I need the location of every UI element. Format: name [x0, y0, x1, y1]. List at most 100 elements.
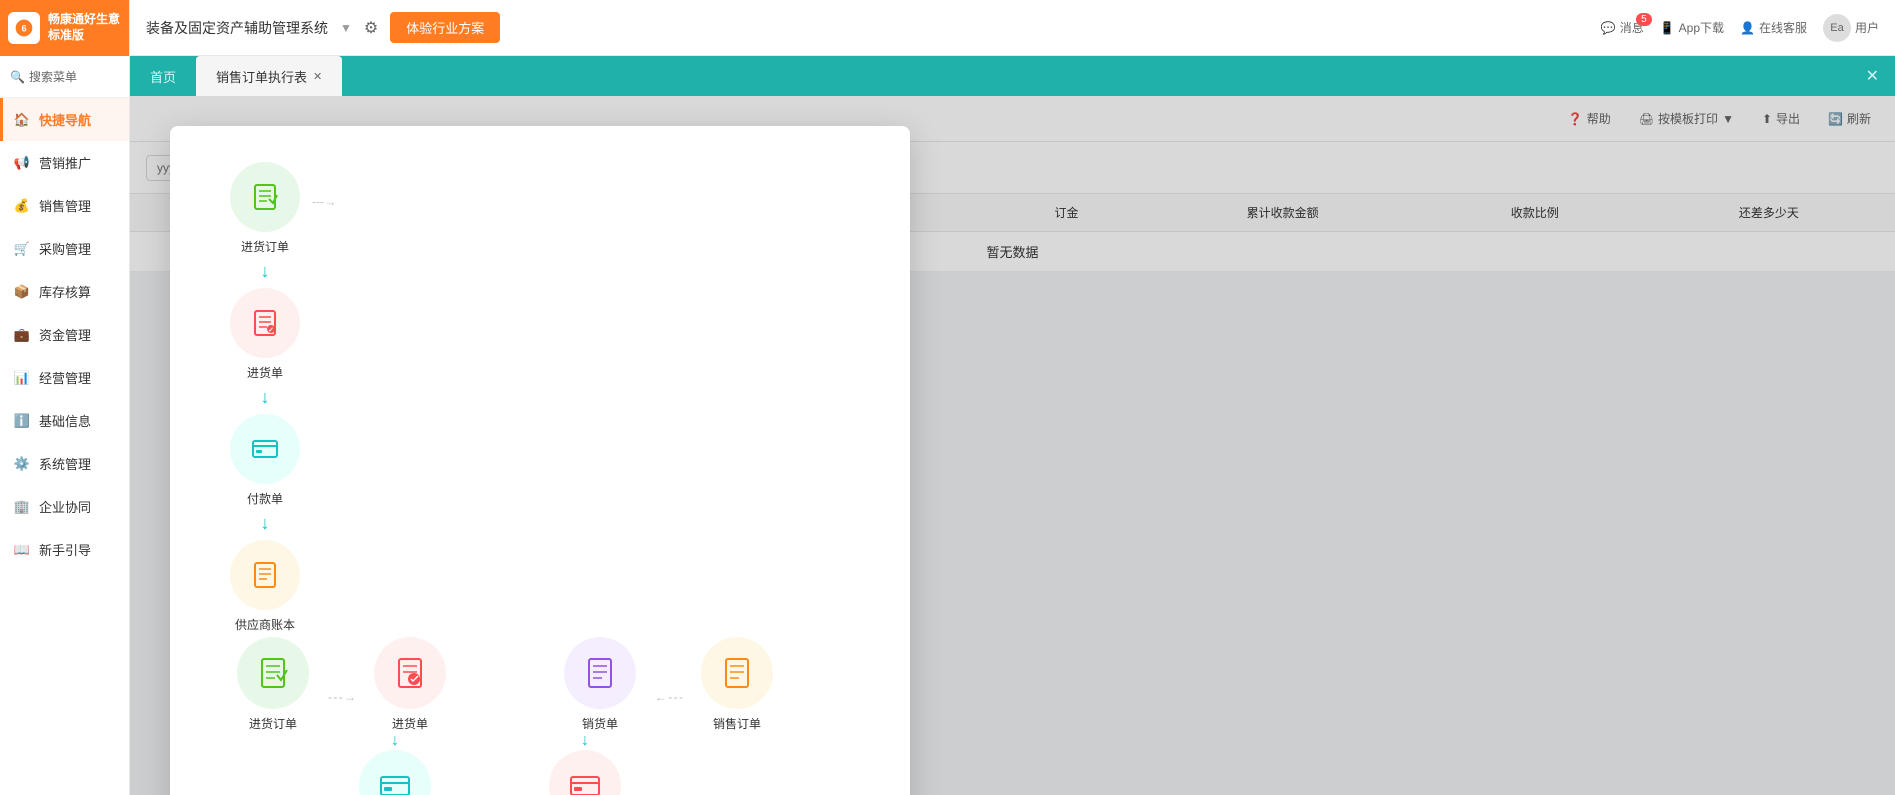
- system-name: 装备及固定资产辅助管理系统: [146, 18, 328, 38]
- message-badge: 5: [1636, 13, 1652, 26]
- sidebar-item-operation[interactable]: 📊 经营管理: [0, 356, 129, 399]
- down-arrow-purchase: ↓: [340, 732, 450, 750]
- sidebar-item-finance[interactable]: 💼 资金管理: [0, 313, 129, 356]
- svg-text:✓: ✓: [268, 327, 274, 334]
- flow-supplier-ledger[interactable]: 供应商账本: [218, 536, 312, 637]
- purchase-icon: 🛒: [13, 240, 31, 258]
- finance-icon: 💼: [13, 326, 31, 344]
- sale-order-circle: [701, 637, 773, 709]
- message-icon: 💬: [1601, 21, 1616, 35]
- sidebar: 6 畅康通好生意 标准版 🔍 搜索菜单 🏠 快捷导航 📢 营销推广 �: [0, 0, 130, 795]
- tabbar: 首页 销售订单执行表 ✕ ✕: [130, 56, 1895, 96]
- enterprise-icon: 🏢: [13, 498, 31, 516]
- home-icon: 🏠: [13, 111, 31, 129]
- node-payment[interactable]: 付款单: [340, 750, 450, 795]
- purchase-bill-label: 进货单: [247, 364, 283, 381]
- tab-close-right-icon[interactable]: ✕: [1850, 66, 1895, 86]
- payment-circle: [359, 750, 431, 795]
- tab-sales-order[interactable]: 销售订单执行表 ✕: [196, 56, 342, 96]
- marketing-icon: 📢: [13, 154, 31, 172]
- sale-bill-circle: [564, 637, 636, 709]
- sidebar-item-purchase[interactable]: 🛒 采购管理: [0, 227, 129, 270]
- online-service-item[interactable]: 👤 在线客服: [1740, 19, 1807, 36]
- svg-text:6: 6: [21, 23, 26, 33]
- h-arrow-area-1: - - - →: [312, 158, 335, 209]
- main-area: 装备及固定资产辅助管理系统 ▼ ⚙ 体验行业方案 💬 消息 5 📱 App下载 …: [130, 0, 1895, 795]
- purchase-bill-icon: ✓: [230, 288, 300, 358]
- sidebar-item-inventory[interactable]: 📦 库存核算: [0, 270, 129, 313]
- arrow-down-3: ↓: [261, 513, 270, 534]
- receipt-circle: [549, 750, 621, 795]
- sidebar-item-guide[interactable]: 📖 新手引导: [0, 528, 129, 571]
- inventory-icon: 📦: [13, 283, 31, 301]
- dropdown-arrow-icon: ▼: [340, 21, 352, 35]
- tab-home[interactable]: 首页: [130, 56, 196, 96]
- service-icon: 👤: [1740, 21, 1755, 35]
- logo-text: 畅康通好生意 标准版: [48, 12, 120, 43]
- guide-icon: 📖: [13, 541, 31, 559]
- download-icon: 📱: [1660, 21, 1675, 35]
- modal-body: 进货订单 ↓ ✓ 进货单: [170, 126, 910, 795]
- flow-chart: 进货订单 ↓ ✓ 进货单: [218, 158, 862, 637]
- sidebar-item-system[interactable]: ⚙️ 系统管理: [0, 442, 129, 485]
- node-sale-order[interactable]: 销售订单: [682, 637, 792, 732]
- gear-icon[interactable]: ⚙: [364, 18, 378, 38]
- dashed-arrow-right-1: - - - →: [312, 188, 335, 209]
- purchase-bill-circle: [374, 637, 446, 709]
- sidebar-item-base-info[interactable]: ℹ️ 基础信息: [0, 399, 129, 442]
- arrow-down-2: ↓: [261, 387, 270, 408]
- spacer-2b: [328, 732, 340, 750]
- node-receipt[interactable]: 收款单: [530, 750, 640, 795]
- node-sale-bill-label: 销货单: [582, 715, 618, 732]
- tab-close-icon[interactable]: ✕: [313, 70, 322, 83]
- logo-icon: 6: [8, 12, 40, 44]
- operation-icon: 📊: [13, 369, 31, 387]
- flow-payment[interactable]: 付款单: [218, 410, 312, 511]
- payment-icon: [230, 414, 300, 484]
- purchase-order-label: 进货订单: [241, 238, 289, 255]
- node-sale-order-label: 销售订单: [713, 715, 761, 732]
- dashed-h-arrow-1: - - - →: [328, 690, 355, 732]
- avatar: Ea: [1823, 14, 1851, 42]
- node-sale-bill[interactable]: 销货单: [545, 637, 655, 732]
- sidebar-item-marketing[interactable]: 📢 营销推广: [0, 141, 129, 184]
- flow-purchase-order[interactable]: 进货订单: [218, 158, 312, 259]
- sales-icon: 💰: [13, 197, 31, 215]
- sidebar-item-quick-nav[interactable]: 🏠 快捷导航: [0, 98, 129, 141]
- supplier-ledger-label: 供应商账本: [235, 616, 295, 633]
- flow-chart-main: 进货订单 - - - → 进货单: [218, 637, 862, 795]
- sidebar-item-sales[interactable]: 💰 销售管理: [0, 184, 129, 227]
- flow-row2-arrows: ↓ ↓: [218, 732, 862, 750]
- modal-dialog: 进货订单 ↓ ✓ 进货单: [170, 126, 910, 795]
- topbar-right: 💬 消息 5 📱 App下载 👤 在线客服 Ea 用户: [1601, 14, 1879, 42]
- message-item[interactable]: 💬 消息 5: [1601, 19, 1644, 36]
- sidebar-nav: 🏠 快捷导航 📢 营销推广 💰 销售管理 🛒 采购管理 📦 库存核算 💼: [0, 98, 129, 795]
- down-arrow-sale: ↓: [530, 732, 640, 750]
- left-col: 进货订单 ↓ ✓ 进货单: [218, 158, 312, 637]
- payment-label: 付款单: [247, 490, 283, 507]
- node-purchase-bill-label: 进货单: [392, 715, 428, 732]
- arrow-down-1: ↓: [261, 261, 270, 282]
- flow-purchase-bill[interactable]: ✓ 进货单: [218, 284, 312, 385]
- node-purchase-order[interactable]: 进货订单: [218, 637, 328, 732]
- system-icon: ⚙️: [13, 455, 31, 473]
- search-menu-area[interactable]: 🔍 搜索菜单: [0, 56, 129, 98]
- flow-row1: 进货订单 - - - → 进货单: [218, 637, 862, 732]
- user-item[interactable]: Ea 用户: [1823, 14, 1879, 42]
- purchase-order-icon: [230, 162, 300, 232]
- flow-row3: 付款单 收款单: [218, 750, 862, 795]
- modal-overlay: 进货订单 ↓ ✓ 进货单: [130, 96, 1895, 795]
- dashed-h-arrow-2: ← - - -: [655, 690, 682, 732]
- topbar: 装备及固定资产辅助管理系统 ▼ ⚙ 体验行业方案 💬 消息 5 📱 App下载 …: [130, 0, 1895, 56]
- experience-btn[interactable]: 体验行业方案: [390, 12, 500, 43]
- node-purchase-bill[interactable]: 进货单: [355, 637, 465, 732]
- sidebar-item-enterprise[interactable]: 🏢 企业协同: [0, 485, 129, 528]
- app-download-item[interactable]: 📱 App下载: [1660, 19, 1724, 36]
- purchase-order-circle: [237, 637, 309, 709]
- spacer-2c: [450, 732, 530, 750]
- logo-area: 6 畅康通好生意 标准版: [0, 0, 129, 56]
- node-purchase-order-label: 进货订单: [249, 715, 297, 732]
- search-menu-button[interactable]: 🔍 搜索菜单: [8, 64, 121, 89]
- spacer-2a: [218, 732, 328, 750]
- base-info-icon: ℹ️: [13, 412, 31, 430]
